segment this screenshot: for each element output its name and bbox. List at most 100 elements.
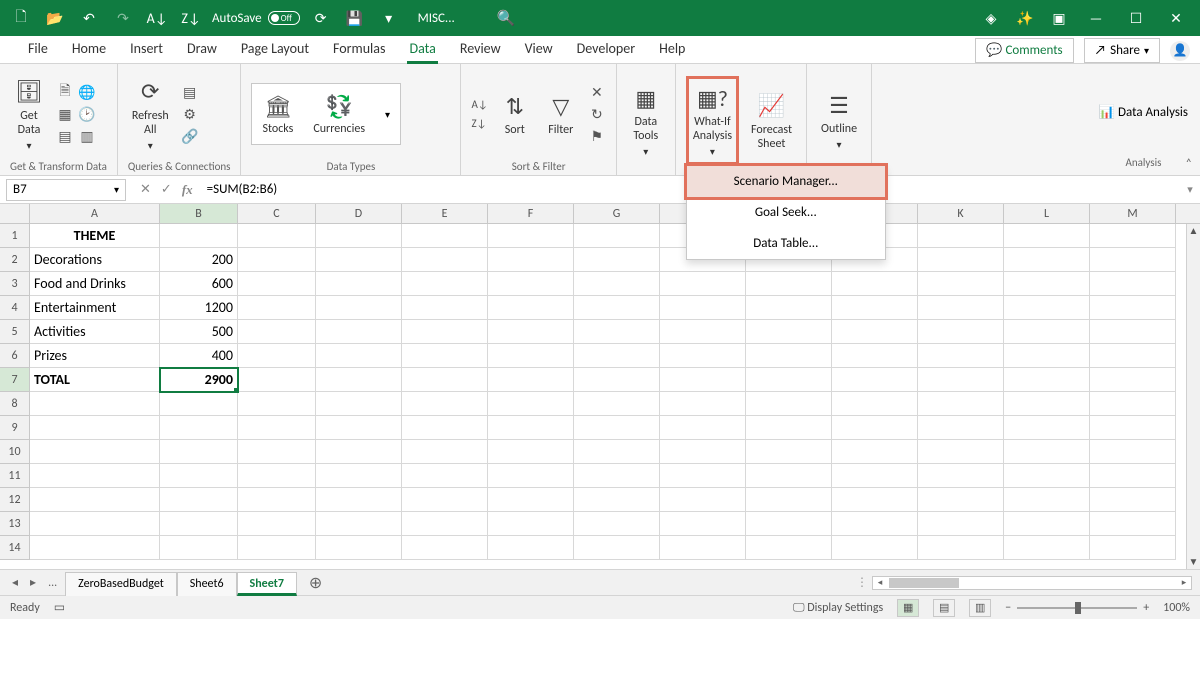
- properties-icon[interactable]: ⚙: [181, 105, 199, 123]
- advanced-icon[interactable]: ⚑: [588, 127, 606, 145]
- sheet-tab-zerobasedbudget[interactable]: ZeroBasedBudget: [65, 572, 177, 596]
- tab-insert[interactable]: Insert: [118, 34, 175, 63]
- cell-A6[interactable]: Prizes: [30, 344, 160, 368]
- cell-J3[interactable]: [832, 272, 918, 296]
- cell-G14[interactable]: [574, 536, 660, 560]
- cell-E9[interactable]: [402, 416, 488, 440]
- window-switch-icon[interactable]: ▣: [1046, 5, 1072, 31]
- cell-B8[interactable]: [160, 392, 238, 416]
- cell-C9[interactable]: [238, 416, 316, 440]
- window-maximize[interactable]: ☐: [1120, 10, 1152, 27]
- diamond-icon[interactable]: ◈: [978, 5, 1004, 31]
- cell-L11[interactable]: [1004, 464, 1090, 488]
- hscroll-right-icon[interactable]: ▸: [1177, 577, 1191, 588]
- formula-expand-icon[interactable]: ▾: [1180, 183, 1200, 196]
- cell-D6[interactable]: [316, 344, 402, 368]
- data-types-gallery[interactable]: 🏛 Stocks 💱 Currencies ▾: [251, 83, 401, 145]
- row-header-12[interactable]: 12: [0, 488, 30, 512]
- cell-B11[interactable]: [160, 464, 238, 488]
- cell-C2[interactable]: [238, 248, 316, 272]
- row-header-14[interactable]: 14: [0, 536, 30, 560]
- cell-F13[interactable]: [488, 512, 574, 536]
- cell-B14[interactable]: [160, 536, 238, 560]
- cell-E3[interactable]: [402, 272, 488, 296]
- accept-formula-icon[interactable]: ✓: [161, 182, 172, 197]
- row-header-2[interactable]: 2: [0, 248, 30, 272]
- cell-B7[interactable]: 2900: [160, 368, 238, 392]
- cell-M10[interactable]: [1090, 440, 1176, 464]
- cell-H13[interactable]: [660, 512, 746, 536]
- sheet-ellipsis[interactable]: ...: [44, 576, 61, 590]
- gallery-more-icon[interactable]: ▾: [385, 108, 390, 121]
- cell-L9[interactable]: [1004, 416, 1090, 440]
- cell-H7[interactable]: [660, 368, 746, 392]
- row-header-3[interactable]: 3: [0, 272, 30, 296]
- col-header-G[interactable]: G: [574, 204, 660, 223]
- cell-K6[interactable]: [918, 344, 1004, 368]
- cell-D3[interactable]: [316, 272, 402, 296]
- cell-J11[interactable]: [832, 464, 918, 488]
- cell-I5[interactable]: [746, 320, 832, 344]
- cell-G11[interactable]: [574, 464, 660, 488]
- cell-K9[interactable]: [918, 416, 1004, 440]
- new-file-icon[interactable]: 🗋: [8, 5, 34, 31]
- add-sheet-button[interactable]: ⊕: [301, 573, 330, 593]
- cell-L7[interactable]: [1004, 368, 1090, 392]
- cell-H4[interactable]: [660, 296, 746, 320]
- cell-A2[interactable]: Decorations: [30, 248, 160, 272]
- cell-J4[interactable]: [832, 296, 918, 320]
- sort-desc-icon[interactable]: Z↓: [178, 5, 204, 31]
- sheet-nav-next[interactable]: ▸: [26, 575, 40, 590]
- tab-page-layout[interactable]: Page Layout: [229, 34, 321, 63]
- cell-D2[interactable]: [316, 248, 402, 272]
- cell-M11[interactable]: [1090, 464, 1176, 488]
- col-header-E[interactable]: E: [402, 204, 488, 223]
- row-header-9[interactable]: 9: [0, 416, 30, 440]
- cell-I6[interactable]: [746, 344, 832, 368]
- wand-icon[interactable]: ✨: [1012, 5, 1038, 31]
- cell-M3[interactable]: [1090, 272, 1176, 296]
- cell-L10[interactable]: [1004, 440, 1090, 464]
- from-web-icon[interactable]: 🌐: [78, 83, 96, 101]
- cell-J8[interactable]: [832, 392, 918, 416]
- window-minimize[interactable]: —: [1080, 10, 1112, 27]
- sync-icon[interactable]: ⟳: [308, 5, 334, 31]
- data-tools-button[interactable]: ▦ Data Tools ▾: [627, 79, 665, 162]
- cell-J13[interactable]: [832, 512, 918, 536]
- cell-K3[interactable]: [918, 272, 1004, 296]
- sheet-tab-sheet6[interactable]: Sheet6: [177, 572, 237, 596]
- sort-asc-icon[interactable]: A↓: [144, 5, 170, 31]
- get-data-button[interactable]: 🗄 Get Data ▾: [10, 73, 48, 156]
- cell-M9[interactable]: [1090, 416, 1176, 440]
- cell-G3[interactable]: [574, 272, 660, 296]
- cell-E2[interactable]: [402, 248, 488, 272]
- cell-D7[interactable]: [316, 368, 402, 392]
- cell-L4[interactable]: [1004, 296, 1090, 320]
- cell-F11[interactable]: [488, 464, 574, 488]
- ribbon-collapse-icon[interactable]: ˄: [1186, 157, 1192, 171]
- refresh-all-button[interactable]: ⟳ Refresh All ▾: [128, 73, 173, 156]
- tab-view[interactable]: View: [513, 34, 565, 63]
- cell-A7[interactable]: TOTAL: [30, 368, 160, 392]
- cell-M13[interactable]: [1090, 512, 1176, 536]
- cell-B13[interactable]: [160, 512, 238, 536]
- cell-B4[interactable]: 1200: [160, 296, 238, 320]
- cell-B6[interactable]: 400: [160, 344, 238, 368]
- cell-M12[interactable]: [1090, 488, 1176, 512]
- cancel-formula-icon[interactable]: ✕: [140, 182, 151, 197]
- cell-G12[interactable]: [574, 488, 660, 512]
- comments-button[interactable]: 💬 Comments: [975, 38, 1073, 63]
- row-header-13[interactable]: 13: [0, 512, 30, 536]
- cell-D4[interactable]: [316, 296, 402, 320]
- scroll-up-icon[interactable]: ▲: [1187, 224, 1200, 238]
- cell-H6[interactable]: [660, 344, 746, 368]
- cell-K10[interactable]: [918, 440, 1004, 464]
- cell-L12[interactable]: [1004, 488, 1090, 512]
- cell-J6[interactable]: [832, 344, 918, 368]
- sort-asc-btn[interactable]: A↓: [471, 98, 487, 111]
- cell-F2[interactable]: [488, 248, 574, 272]
- cell-J12[interactable]: [832, 488, 918, 512]
- cell-E4[interactable]: [402, 296, 488, 320]
- horizontal-scrollbar[interactable]: ◂ ▸: [872, 576, 1192, 590]
- cell-E12[interactable]: [402, 488, 488, 512]
